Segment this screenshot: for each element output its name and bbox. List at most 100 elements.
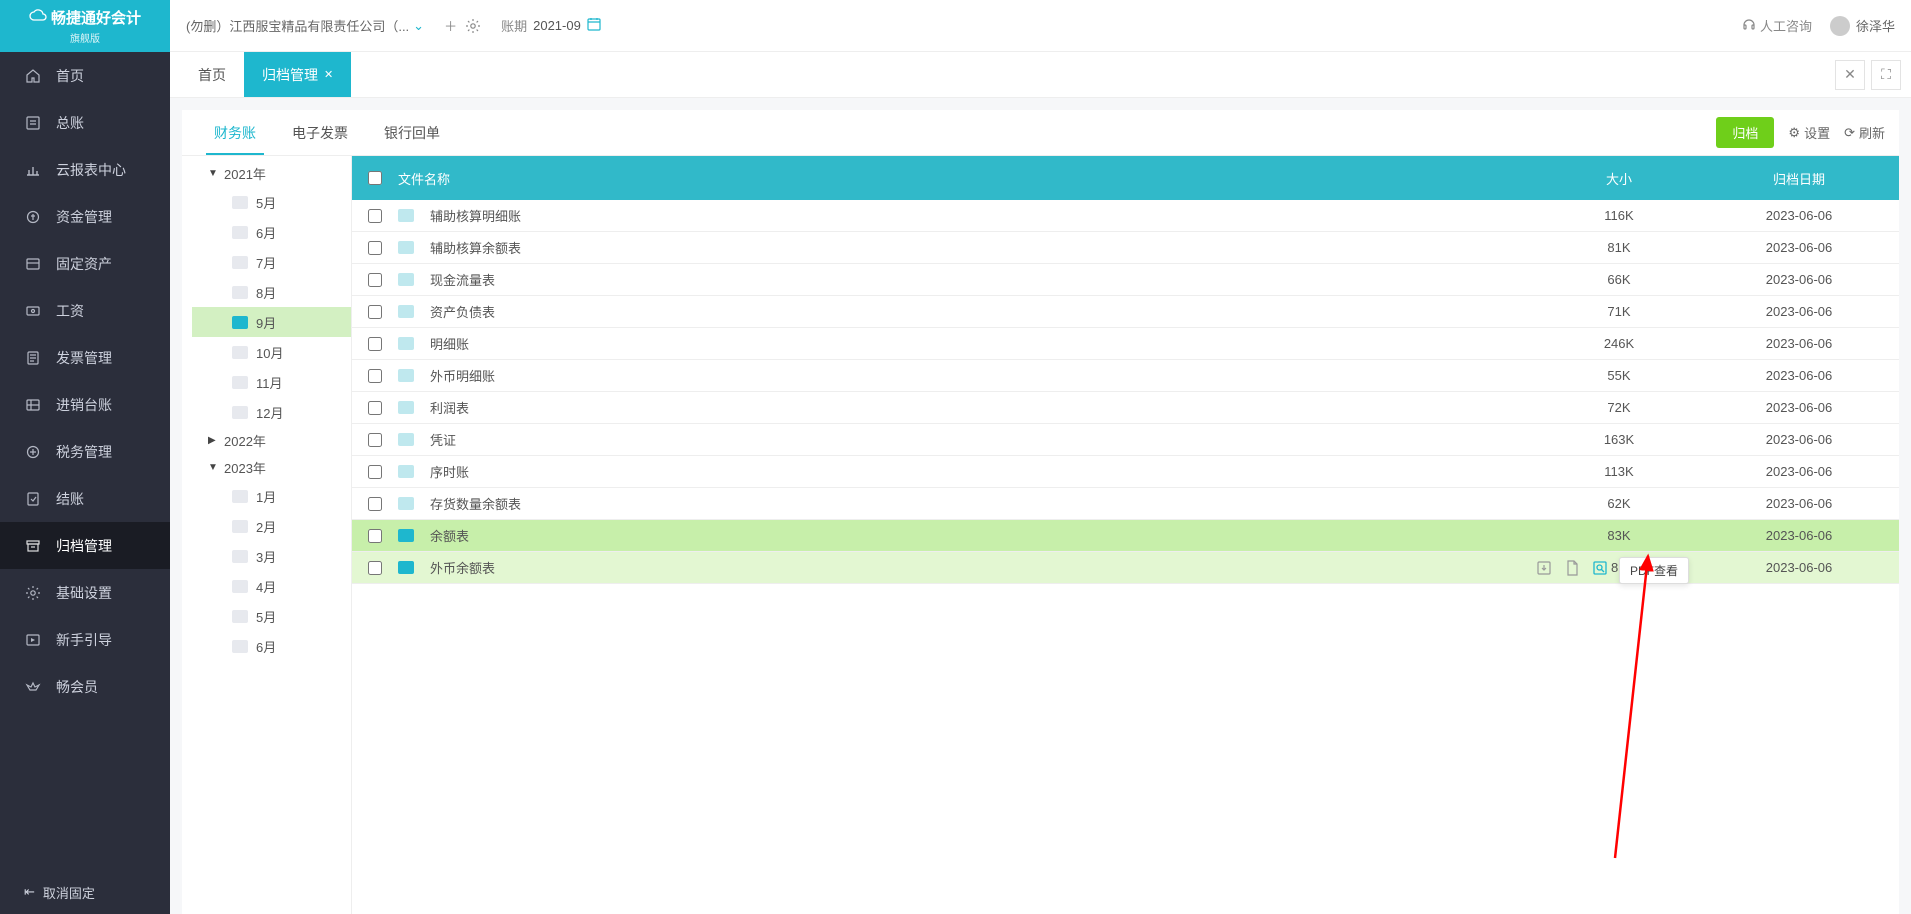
tree-year-label: 2021年 (224, 164, 266, 183)
tab-0[interactable]: 首页 (180, 52, 244, 97)
table-row[interactable]: 利润表 72K 2023-06-06 (352, 392, 1899, 424)
settings-button[interactable]: ⚙ 设置 (1788, 123, 1830, 142)
guide-icon (24, 631, 42, 649)
calendar-icon[interactable] (587, 17, 601, 34)
file-size: 66K (1539, 272, 1699, 287)
file-name: 辅助核算余额表 (430, 238, 521, 257)
company-selector[interactable]: (勿删）江西服宝精品有限责任公司（... ⌄ (186, 16, 424, 35)
sidebar-item-1[interactable]: 总账 (0, 99, 170, 146)
tree-month-0-1[interactable]: 6月 (192, 217, 351, 247)
table-row[interactable]: 辅助核算余额表 81K 2023-06-06 (352, 232, 1899, 264)
folder-icon (232, 520, 248, 533)
tree-month-2-0[interactable]: 1月 (192, 481, 351, 511)
chevron-down-icon: ⌄ (413, 18, 424, 34)
row-checkbox[interactable] (368, 209, 382, 223)
tree-month-0-0[interactable]: 5月 (192, 187, 351, 217)
sidebar-item-11[interactable]: 基础设置 (0, 569, 170, 616)
consult-label: 人工咨询 (1760, 16, 1812, 35)
row-checkbox[interactable] (368, 561, 382, 575)
sidebar-item-13[interactable]: 畅会员 (0, 663, 170, 710)
select-all-checkbox[interactable] (368, 171, 382, 185)
row-checkbox[interactable] (368, 529, 382, 543)
table-row[interactable]: 外币余额表 8K 2023-06-06 PDF查看 (352, 552, 1899, 584)
tree-month-0-2[interactable]: 7月 (192, 247, 351, 277)
table-row[interactable]: 辅助核算明细账 116K 2023-06-06 (352, 200, 1899, 232)
subtab-0[interactable]: 财务账 (196, 110, 274, 155)
sidebar-item-2[interactable]: 云报表中心 (0, 146, 170, 193)
tree-year-2[interactable]: ▼2023年 (192, 454, 351, 481)
sidebar-item-5[interactable]: 工资 (0, 287, 170, 334)
user-menu[interactable]: 徐泽华 (1830, 16, 1895, 36)
fund-icon (24, 208, 42, 226)
pdf-view-icon[interactable] (1591, 559, 1609, 577)
tree-year-0[interactable]: ▼2021年 (192, 160, 351, 187)
sidebar-item-9[interactable]: 结账 (0, 475, 170, 522)
tab-1[interactable]: 归档管理✕ (244, 52, 351, 97)
pdf-icon[interactable] (1563, 559, 1581, 577)
table-row[interactable]: 明细账 246K 2023-06-06 (352, 328, 1899, 360)
folder-icon (232, 256, 248, 269)
tree-month-2-4[interactable]: 5月 (192, 601, 351, 631)
tree-month-0-7[interactable]: 12月 (192, 397, 351, 427)
table-row[interactable]: 序时账 113K 2023-06-06 (352, 456, 1899, 488)
sidebar-item-8[interactable]: 税务管理 (0, 428, 170, 475)
close-icon[interactable]: ✕ (324, 68, 333, 81)
sidebar-item-3[interactable]: 资金管理 (0, 193, 170, 240)
folder-icon (232, 640, 248, 653)
tree-month-2-3[interactable]: 4月 (192, 571, 351, 601)
table-row[interactable]: 凭证 163K 2023-06-06 (352, 424, 1899, 456)
table-row[interactable]: 资产负债表 71K 2023-06-06 (352, 296, 1899, 328)
row-checkbox[interactable] (368, 305, 382, 319)
row-checkbox[interactable] (368, 337, 382, 351)
archive-icon (24, 537, 42, 555)
tree-month-2-2[interactable]: 3月 (192, 541, 351, 571)
row-checkbox[interactable] (368, 433, 382, 447)
fullscreen-button[interactable]: ⛶ (1871, 60, 1901, 90)
asset-icon (24, 255, 42, 273)
refresh-button[interactable]: ⟳ 刷新 (1844, 123, 1885, 142)
folder-icon (232, 226, 248, 239)
subtab-1[interactable]: 电子发票 (274, 110, 366, 155)
tree-month-label: 6月 (256, 223, 276, 242)
add-icon[interactable]: ＋ (444, 16, 457, 35)
settings-icon (24, 584, 42, 602)
file-table: 文件名称 大小 归档日期 辅助核算明细账 116K 2023-06-06 辅助核… (352, 156, 1899, 914)
tree-month-0-6[interactable]: 11月 (192, 367, 351, 397)
table-row[interactable]: 现金流量表 66K 2023-06-06 (352, 264, 1899, 296)
sidebar-item-10[interactable]: 归档管理 (0, 522, 170, 569)
col-header-size: 大小 (1539, 169, 1699, 188)
row-checkbox[interactable] (368, 401, 382, 415)
sidebar-item-7[interactable]: 进销台账 (0, 381, 170, 428)
tree-month-0-3[interactable]: 8月 (192, 277, 351, 307)
table-row[interactable]: 余额表 83K 2023-06-06 (352, 520, 1899, 552)
gear-icon[interactable] (465, 18, 481, 34)
sidebar-item-6[interactable]: 发票管理 (0, 334, 170, 381)
sidebar-item-0[interactable]: 首页 (0, 52, 170, 99)
table-row[interactable]: 外币明细账 55K 2023-06-06 (352, 360, 1899, 392)
table-row[interactable]: 存货数量余额表 62K 2023-06-06 (352, 488, 1899, 520)
row-checkbox[interactable] (368, 369, 382, 383)
close-all-tabs[interactable]: ✕ (1835, 60, 1865, 90)
row-checkbox[interactable] (368, 273, 382, 287)
download-icon[interactable] (1535, 559, 1553, 577)
sidebar-unpin[interactable]: ⇤ 取消固定 (0, 870, 170, 914)
tree-month-2-1[interactable]: 2月 (192, 511, 351, 541)
consult-button[interactable]: 人工咨询 (1742, 16, 1812, 35)
tree-month-label: 5月 (256, 193, 276, 212)
period-value[interactable]: 2021-09 (533, 18, 581, 33)
row-checkbox[interactable] (368, 497, 382, 511)
period-label: 账期 (501, 16, 527, 35)
folder-icon (232, 196, 248, 209)
tree-year-1[interactable]: ▶2022年 (192, 427, 351, 454)
sidebar-item-4[interactable]: 固定资产 (0, 240, 170, 287)
row-checkbox[interactable] (368, 241, 382, 255)
file-size: 83K (1539, 528, 1699, 543)
sidebar-item-12[interactable]: 新手引导 (0, 616, 170, 663)
tree-month-0-5[interactable]: 10月 (192, 337, 351, 367)
tree-month-0-4[interactable]: 9月 (192, 307, 351, 337)
subtab-2[interactable]: 银行回单 (366, 110, 458, 155)
row-checkbox[interactable] (368, 465, 382, 479)
file-size: 113K (1539, 464, 1699, 479)
archive-button[interactable]: 归档 (1716, 117, 1774, 148)
tree-month-2-5[interactable]: 6月 (192, 631, 351, 661)
